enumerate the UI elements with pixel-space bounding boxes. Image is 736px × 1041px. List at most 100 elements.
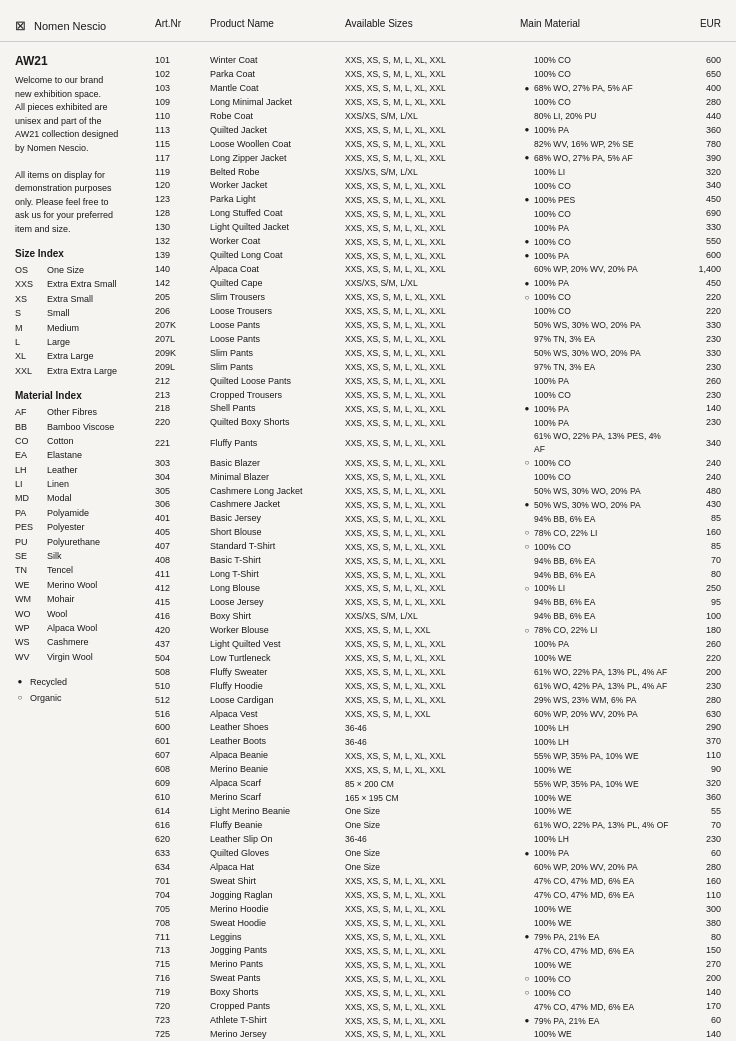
product-artnr: 705	[155, 903, 210, 917]
product-sizes: XXS, XS, S, M, L, XL, XXL	[345, 263, 520, 276]
table-row: 407 Standard T-Shirt XXS, XS, S, M, L, X…	[155, 540, 721, 554]
brand-logo: ⊠ Nomen Nescio	[15, 18, 155, 33]
product-sizes: XXS, XS, S, M, L, XL, XXL	[345, 180, 520, 193]
material-index-row: WSCashmere	[15, 635, 145, 649]
product-price: 70	[671, 819, 721, 833]
product-artnr: 614	[155, 805, 210, 819]
product-material: 100% WE	[534, 917, 671, 930]
table-row: 620 Leather Slip On 36-46 100% LH 230	[155, 833, 721, 847]
product-name: Alpaca Beanie	[210, 749, 345, 763]
season-title: AW21	[15, 54, 145, 68]
product-material: 100% PA	[534, 638, 671, 651]
product-sizes: 36-46	[345, 722, 520, 735]
product-price: 260	[671, 375, 721, 389]
material-label: Virgin Wool	[47, 650, 145, 664]
product-material: 94% BB, 6% EA	[534, 569, 671, 582]
product-artnr: 620	[155, 833, 210, 847]
legend-row: ●Recycled	[15, 674, 145, 690]
table-row: 715 Merino Pants XXS, XS, S, M, L, XL, X…	[155, 958, 721, 972]
material-index-row: BBBamboo Viscose	[15, 420, 145, 434]
product-name: Parka Light	[210, 193, 345, 207]
product-name: Quilted Jacket	[210, 124, 345, 138]
product-material: 100% PA	[534, 250, 671, 263]
product-price: 160	[671, 526, 721, 540]
product-price: 650	[671, 68, 721, 82]
product-material: 100% CO	[534, 208, 671, 221]
product-material: 94% BB, 6% EA	[534, 610, 671, 623]
product-artnr: 218	[155, 402, 210, 416]
product-sizes: XXS, XS, S, M, L, XL, XXL	[345, 1015, 520, 1028]
product-material: 60% WP, 20% WV, 20% PA	[534, 861, 671, 874]
product-material: 100% CO	[534, 180, 671, 193]
table-row: 719 Boxy Shorts XXS, XS, S, M, L, XL, XX…	[155, 986, 721, 1000]
product-name: Fluffy Sweater	[210, 666, 345, 680]
material-index-row: MDModal	[15, 491, 145, 505]
material-index-row: LILinen	[15, 477, 145, 491]
table-row: 601 Leather Boots 36-46 100% LH 370	[155, 735, 721, 749]
size-label: One Size	[47, 263, 145, 277]
product-material: 47% CO, 47% MD, 6% EA	[534, 889, 671, 902]
product-price: 230	[671, 333, 721, 347]
legend-label: Recycled	[30, 674, 67, 690]
product-dot: ●	[520, 250, 534, 262]
material-index-row: COCotton	[15, 434, 145, 448]
product-material: 60% WP, 20% WV, 20% PA	[534, 263, 671, 276]
product-material: 100% PA	[534, 417, 671, 430]
main-content: AW21 Welcome to our brandnew exhibition …	[0, 42, 736, 1041]
product-name: Slim Pants	[210, 347, 345, 361]
product-artnr: 401	[155, 512, 210, 526]
table-row: 415 Loose Jersey XXS, XS, S, M, L, XL, X…	[155, 596, 721, 610]
table-row: 713 Jogging Pants XXS, XS, S, M, L, XL, …	[155, 944, 721, 958]
table-row: 213 Cropped Trousers XXS, XS, S, M, L, X…	[155, 389, 721, 403]
product-name: Merino Hoodie	[210, 903, 345, 917]
material-label: Elastane	[47, 448, 145, 462]
product-material: 50% WS, 30% WO, 20% PA	[534, 347, 671, 360]
legend-icon: ○	[15, 691, 25, 705]
product-artnr: 408	[155, 554, 210, 568]
product-artnr: 512	[155, 694, 210, 708]
product-material: 100% WE	[534, 903, 671, 916]
product-sizes: XXS/XS, S/M, L/XL	[345, 610, 520, 623]
product-sizes: XXS, XS, S, M, L, XL, XXL	[345, 124, 520, 137]
table-row: 218 Shell Pants XXS, XS, S, M, L, XL, XX…	[155, 402, 721, 416]
product-dot: ○	[520, 292, 534, 304]
product-name: Loose Jersey	[210, 596, 345, 610]
table-row: 102 Parka Coat XXS, XS, S, M, L, XL, XXL…	[155, 68, 721, 82]
product-sizes: XXS, XS, S, M, L, XL, XXL	[345, 569, 520, 582]
product-artnr: 206	[155, 305, 210, 319]
size-code: XL	[15, 349, 43, 363]
product-price: 140	[671, 1028, 721, 1041]
product-price: 300	[671, 903, 721, 917]
table-row: 608 Merino Beanie XXS, XS, S, M, L, XL, …	[155, 763, 721, 777]
header: ⊠ Nomen Nescio Art.Nr Product Name Avail…	[0, 0, 736, 42]
product-artnr: 407	[155, 540, 210, 554]
product-name: Loose Pants	[210, 319, 345, 333]
product-name: Sweat Shirt	[210, 875, 345, 889]
product-sizes: XXS, XS, S, M, L, XL, XXL	[345, 68, 520, 81]
product-material: 94% BB, 6% EA	[534, 513, 671, 526]
product-material: 100% WE	[534, 764, 671, 777]
product-rows: 101 Winter Coat XXS, XS, S, M, L, XL, XX…	[155, 54, 721, 1041]
product-name: Basic Blazer	[210, 457, 345, 471]
product-artnr: 102	[155, 68, 210, 82]
material-index-row: LHLeather	[15, 463, 145, 477]
product-artnr: 119	[155, 166, 210, 180]
material-code: SE	[15, 549, 43, 563]
product-artnr: 725	[155, 1028, 210, 1041]
table-row: 123 Parka Light XXS, XS, S, M, L, XL, XX…	[155, 193, 721, 207]
product-artnr: 716	[155, 972, 210, 986]
product-material: 100% PA	[534, 403, 671, 416]
product-price: 240	[671, 457, 721, 471]
material-code: MD	[15, 491, 43, 505]
product-price: 430	[671, 498, 721, 512]
product-price: 85	[671, 512, 721, 526]
product-name: Quilted Cape	[210, 277, 345, 291]
product-price: 70	[671, 554, 721, 568]
product-name: Quilted Loose Pants	[210, 375, 345, 389]
page: ⊠ Nomen Nescio Art.Nr Product Name Avail…	[0, 0, 736, 1041]
product-material: 47% CO, 47% MD, 6% EA	[534, 945, 671, 958]
material-index-title: Material Index	[15, 390, 145, 401]
product-sizes: XXS, XS, S, M, L, XL, XXL	[345, 305, 520, 318]
table-row: 723 Athlete T-Shirt XXS, XS, S, M, L, XL…	[155, 1014, 721, 1028]
size-label: Medium	[47, 321, 145, 335]
